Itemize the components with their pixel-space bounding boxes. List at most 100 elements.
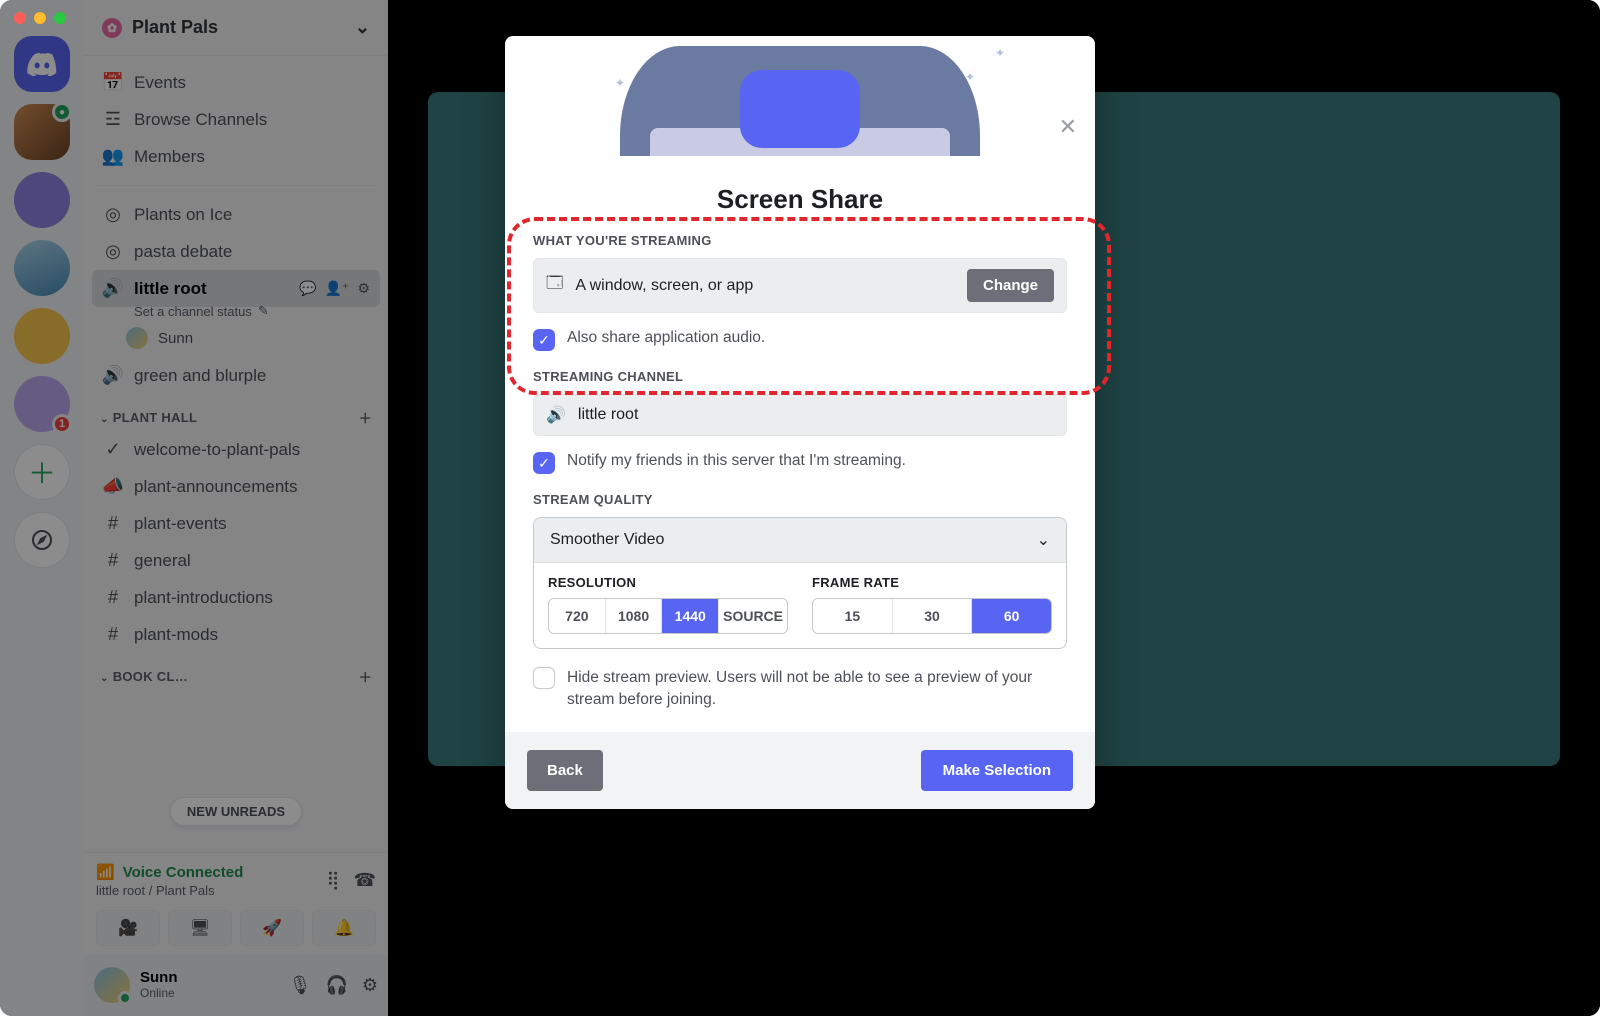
chevron-down-icon: ⌄ [1037, 530, 1050, 550]
text-channel-introductions[interactable]: #plant-introductions [92, 579, 380, 616]
hash-icon: # [102, 587, 124, 608]
stage-icon: ◎ [102, 241, 124, 262]
user-panel: Sunn Online 🎙 🎧 ⚙ [84, 954, 388, 1016]
browse-channels-icon: ☲ [102, 109, 124, 130]
server-header[interactable]: ✿ Plant Pals ⌄ [84, 0, 388, 56]
framerate-option-15[interactable]: 15 [813, 599, 893, 633]
channel-sidebar: ✿ Plant Pals ⌄ 📅Events ☲Browse Channels … [84, 0, 388, 1016]
mute-icon[interactable]: 🎙 [289, 975, 312, 996]
megaphone-icon: 📣 [102, 476, 124, 497]
text-channel-announcements[interactable]: 📣plant-announcements [92, 468, 380, 505]
avatar-icon [126, 327, 148, 349]
nav-members[interactable]: 👥Members [92, 138, 380, 175]
pencil-icon: ✎ [258, 303, 269, 319]
add-channel-icon[interactable]: ＋ [359, 667, 372, 686]
calendar-icon: 📅 [102, 72, 124, 93]
chevron-down-icon[interactable]: ⌄ [355, 17, 370, 38]
minimize-window-icon[interactable] [34, 12, 46, 24]
nav-events[interactable]: 📅Events [92, 64, 380, 101]
window-icon: 🗔 [546, 272, 563, 299]
server-3[interactable] [14, 240, 70, 296]
discord-home-button[interactable] [14, 36, 70, 92]
video-button[interactable]: 🎥 [96, 910, 160, 946]
hide-preview-row[interactable]: Hide stream preview. Users will not be a… [533, 667, 1067, 710]
voice-live-indicator-icon: ● [52, 102, 72, 122]
screen-share-modal: ✦ ✦ ✦ ✕ Screen Share WHAT YOU'RE STREAMI… [505, 36, 1095, 809]
add-channel-icon[interactable]: ＋ [359, 408, 372, 427]
hash-icon: # [102, 513, 124, 534]
text-channel-general[interactable]: #general [92, 542, 380, 579]
framerate-segmented: 153060 [812, 598, 1052, 634]
resolution-option-1440[interactable]: 1440 [662, 599, 719, 633]
resolution-segmented: 72010801440SOURCE [548, 598, 788, 634]
invite-icon[interactable]: 👤⁺ [325, 280, 350, 297]
user-settings-icon[interactable]: ⚙ [362, 975, 378, 996]
resolution-option-source[interactable]: SOURCE [719, 599, 787, 633]
share-audio-row[interactable]: ✓ Also share application audio. [533, 329, 1067, 351]
checkbox-checked-icon[interactable]: ✓ [533, 452, 555, 474]
make-selection-button[interactable]: Make Selection [921, 750, 1073, 791]
checkbox-checked-icon[interactable]: ✓ [533, 329, 555, 351]
voice-channel-plants-on-ice[interactable]: ◎Plants on Ice [92, 196, 380, 233]
nav-browse-channels[interactable]: ☲Browse Channels [92, 101, 380, 138]
channel-status-prompt[interactable]: Set a channel status ✎ [92, 303, 380, 319]
quality-preset-select[interactable]: Smoother Video ⌄ [534, 518, 1066, 563]
gear-icon[interactable]: ⚙ [357, 280, 370, 297]
status-online-icon [118, 991, 132, 1005]
text-channel-welcome[interactable]: ✓welcome-to-plant-pals [92, 431, 380, 468]
add-server-button[interactable]: ＋ [14, 444, 70, 500]
category-book-club[interactable]: ⌄BOOK CL…＋ [92, 653, 380, 690]
caret-down-icon: ⌄ [100, 414, 109, 425]
modal-illustration: ✦ ✦ ✦ [505, 36, 1095, 156]
signal-icon: 📶 [96, 863, 115, 881]
label-resolution: RESOLUTION [548, 575, 788, 590]
notify-friends-row[interactable]: ✓ Notify my friends in this server that … [533, 452, 1067, 474]
server-4[interactable] [14, 308, 70, 364]
user-meta[interactable]: Sunn Online [140, 970, 279, 1000]
chat-icon[interactable]: 💬 [299, 280, 316, 297]
voice-participant-sunn[interactable]: Sunn [92, 319, 380, 357]
change-source-button[interactable]: Change [967, 269, 1054, 302]
members-icon: 👥 [102, 146, 124, 167]
soundboard-button[interactable]: 🔔 [312, 910, 376, 946]
voice-channel-little-root[interactable]: 🔊 little root 💬 👤⁺ ⚙ [92, 270, 380, 307]
voice-channel-pasta-debate[interactable]: ◎pasta debate [92, 233, 380, 270]
server-2[interactable] [14, 172, 70, 228]
disconnect-icon[interactable]: ☎ [354, 870, 376, 891]
source-value: A window, screen, or app [575, 277, 753, 295]
resolution-option-720[interactable]: 720 [549, 599, 606, 633]
deafen-icon[interactable]: 🎧 [325, 975, 347, 996]
noise-suppression-icon[interactable]: ⢿ [326, 870, 339, 891]
server-badge-icon: ✿ [102, 18, 122, 38]
close-window-icon[interactable] [14, 12, 26, 24]
label-streaming-channel: STREAMING CHANNEL [533, 369, 1067, 384]
avatar[interactable] [94, 967, 130, 1003]
server-1[interactable]: ● [14, 104, 70, 160]
label-stream-quality: STREAM QUALITY [533, 492, 1067, 507]
stream-quality-box: Smoother Video ⌄ RESOLUTION 72010801440S… [533, 517, 1067, 649]
streaming-channel-field[interactable]: 🔊 little root [533, 394, 1067, 436]
fullscreen-window-icon[interactable] [54, 12, 66, 24]
text-channel-plant-events[interactable]: #plant-events [92, 505, 380, 542]
checkbox-empty-icon[interactable] [533, 667, 555, 689]
screenshare-button[interactable]: 🖥 [168, 910, 232, 946]
speaker-icon: 🔊 [102, 278, 124, 299]
caret-down-icon: ⌄ [100, 673, 109, 684]
resolution-option-1080[interactable]: 1080 [606, 599, 663, 633]
category-plant-hall[interactable]: ⌄PLANT HALL＋ [92, 394, 380, 431]
framerate-option-30[interactable]: 30 [893, 599, 973, 633]
voice-channel-green-and-blurple[interactable]: 🔊green and blurple [92, 357, 380, 394]
activity-button[interactable]: 🚀 [240, 910, 304, 946]
framerate-option-60[interactable]: 60 [972, 599, 1051, 633]
hash-icon: # [102, 624, 124, 645]
text-channel-mods[interactable]: #plant-mods [92, 616, 380, 653]
stage-icon: ◎ [102, 204, 124, 225]
explore-servers-button[interactable] [14, 512, 70, 568]
mac-traffic-lights[interactable] [14, 12, 66, 24]
voice-channel-path[interactable]: little root / Plant Pals [96, 883, 243, 898]
back-button[interactable]: Back [527, 750, 603, 791]
new-unreads-pill[interactable]: NEW UNREADS [170, 797, 302, 826]
speaker-icon: 🔊 [102, 365, 124, 386]
close-icon[interactable]: ✕ [1059, 114, 1077, 140]
server-5[interactable]: 1 [14, 376, 70, 432]
